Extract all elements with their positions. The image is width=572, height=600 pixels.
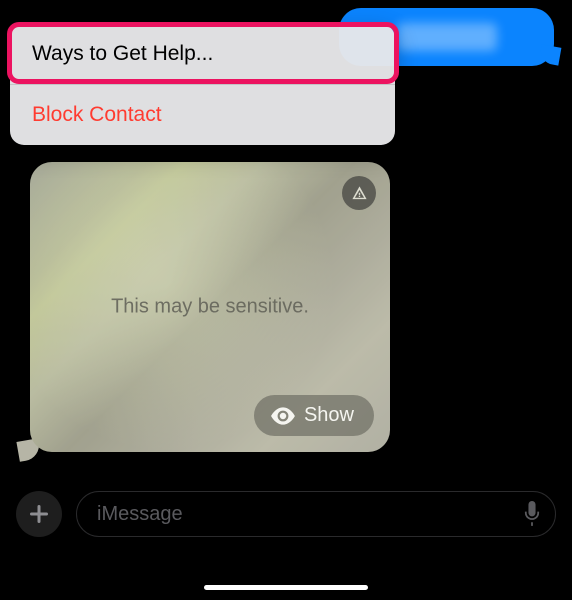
sensitive-warning-text: This may be sensitive. (111, 296, 309, 319)
home-indicator[interactable] (204, 585, 368, 590)
sensitive-content-card[interactable]: This may be sensitive. Show (30, 162, 390, 452)
show-label: Show (304, 404, 354, 427)
show-button[interactable]: Show (254, 395, 374, 436)
ways-to-get-help-button[interactable]: Ways to Get Help... (10, 24, 395, 84)
redacted-text (397, 23, 497, 51)
compose-bar: iMessage (16, 490, 556, 538)
warning-icon (342, 176, 376, 210)
add-button[interactable] (16, 491, 62, 537)
context-menu: Ways to Get Help... Block Contact (10, 24, 395, 145)
message-input[interactable]: iMessage (76, 491, 556, 537)
plus-icon (29, 504, 49, 524)
microphone-icon[interactable] (523, 501, 541, 527)
eye-icon (270, 407, 296, 425)
block-contact-button[interactable]: Block Contact (10, 85, 395, 145)
input-placeholder: iMessage (97, 503, 523, 526)
bubble-tail (539, 44, 562, 65)
